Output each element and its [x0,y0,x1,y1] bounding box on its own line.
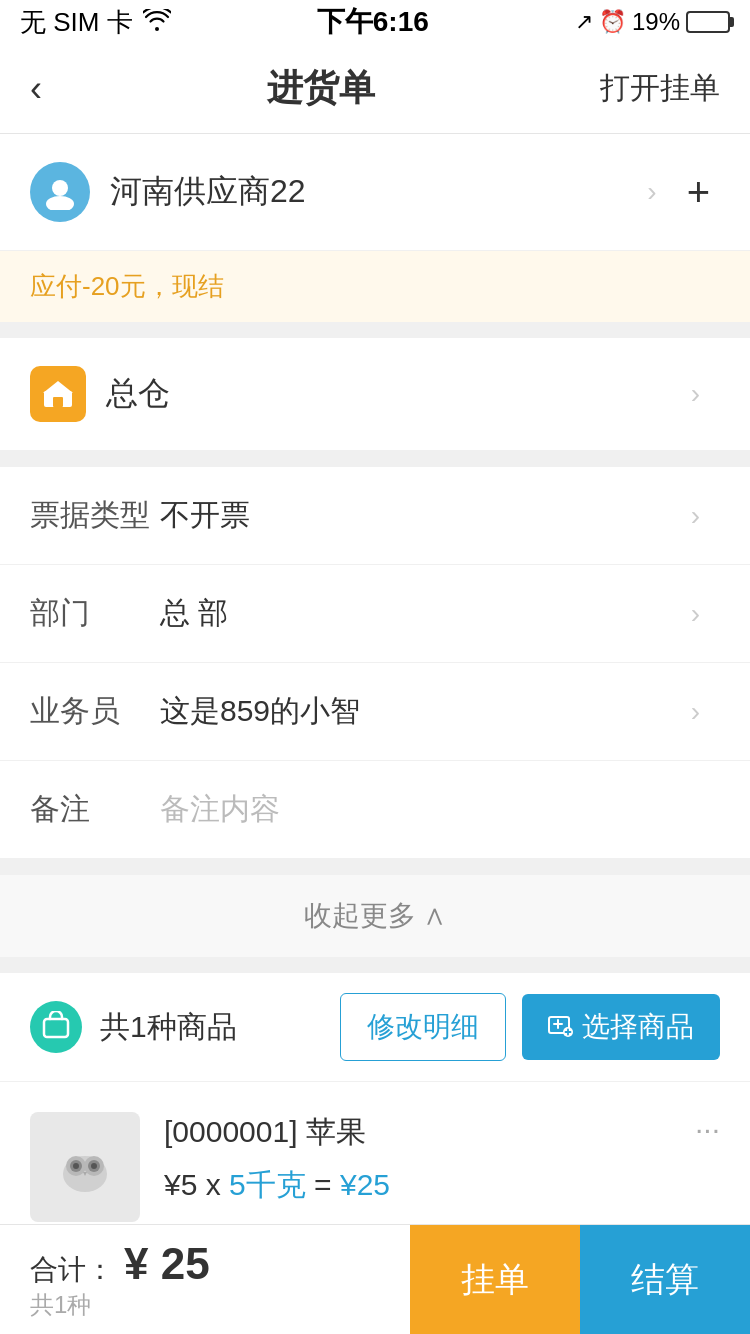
salesman-chevron-icon: › [691,696,700,728]
footer-total-amount: ¥ 25 [124,1239,210,1289]
battery-percent: 19% [632,8,680,36]
nav-bar: ‹ 进货单 打开挂单 [0,44,750,134]
salesman-row[interactable]: 业务员 这是859的小智 › [0,663,750,761]
salesman-value: 这是859的小智 [160,691,691,732]
svg-point-1 [46,196,74,210]
footer-total-label: 合计： [30,1251,114,1289]
main-content: 河南供应商22 › + 应付-20元，现结 总仓 › 票据类型 不开票 › [0,134,750,1334]
svg-point-14 [91,1163,97,1169]
checkout-button[interactable]: 结算 [580,1225,750,1334]
department-chevron-icon: › [691,598,700,630]
product-equals: = [314,1168,332,1201]
product-count: 共1种商品 [100,1007,340,1048]
svg-point-13 [73,1163,79,1169]
department-row[interactable]: 部门 总 部 › [0,565,750,663]
add-button[interactable]: + [677,170,720,215]
department-label: 部门 [30,593,160,634]
wifi-icon [143,7,171,38]
back-button[interactable]: ‹ [30,68,42,110]
carrier-text: 无 SIM 卡 [20,5,133,40]
product-quantity: 5千克 [229,1168,306,1201]
salesman-label: 业务员 [30,691,160,732]
product-total: ¥25 [340,1168,390,1201]
product-code: [0000001] [164,1115,297,1148]
product-more-button[interactable]: ··· [695,1112,720,1146]
remark-label: 备注 [30,789,160,830]
select-product-label: 选择商品 [582,1008,694,1046]
warehouse-name: 总仓 [106,372,691,416]
ticket-type-chevron-icon: › [691,500,700,532]
open-hangdan-button[interactable]: 打开挂单 [600,68,720,109]
product-header: 共1种商品 修改明细 选择商品 [0,973,750,1082]
supplier-row[interactable]: 河南供应商22 › + [0,134,750,251]
product-name: [0000001] 苹果 [164,1112,695,1153]
footer-total: 合计： ¥ 25 共1种 [0,1225,410,1334]
svg-marker-3 [43,381,73,393]
product-card: 共1种商品 修改明细 选择商品 [0,973,750,1253]
warehouse-icon [30,366,86,422]
footer-total-line: 合计： ¥ 25 [30,1239,380,1289]
supplier-card: 河南供应商22 › + 应付-20元，现结 [0,134,750,322]
remark-row[interactable]: 备注 备注内容 [0,761,750,859]
supplier-chevron-icon: › [647,176,656,208]
select-product-button[interactable]: 选择商品 [522,994,720,1060]
page-title: 进货单 [267,64,375,113]
alarm-icon: ⏰ [599,9,626,35]
product-thumbnail [30,1112,140,1222]
location-icon: ↗ [575,9,593,35]
remark-placeholder: 备注内容 [160,789,720,830]
footer-total-sub: 共1种 [30,1289,380,1321]
supplier-avatar [30,162,90,222]
ticket-type-label: 票据类型 [30,495,160,536]
product-multiply: x [206,1168,221,1201]
product-unit-price: ¥5 [164,1168,197,1201]
status-time: 下午6:16 [317,3,429,41]
battery-icon [686,11,730,33]
status-bar: 无 SIM 卡 下午6:16 ↗ ⏰ 19% [0,0,750,44]
svg-point-0 [52,180,68,196]
status-indicators: ↗ ⏰ 19% [575,8,730,36]
product-title: 苹果 [306,1115,366,1148]
edit-detail-button[interactable]: 修改明细 [340,993,506,1061]
svg-rect-5 [44,1019,68,1037]
warehouse-chevron-icon: › [691,378,700,410]
collapse-row[interactable]: 收起更多 ∧ [0,875,750,957]
warehouse-row[interactable]: 总仓 › [0,338,750,451]
payment-notice: 应付-20元，现结 [0,251,750,322]
form-card: 票据类型 不开票 › 部门 总 部 › 业务员 这是859的小智 › 备注 备注… [0,467,750,859]
status-carrier: 无 SIM 卡 [20,5,171,40]
footer: 合计： ¥ 25 共1种 挂单 结算 [0,1224,750,1334]
product-icon [30,1001,82,1053]
department-value: 总 部 [160,593,691,634]
svg-rect-4 [53,397,63,407]
ticket-type-value: 不开票 [160,495,691,536]
hang-order-button[interactable]: 挂单 [410,1225,580,1334]
warehouse-card: 总仓 › [0,338,750,451]
supplier-name: 河南供应商22 [110,170,647,214]
ticket-type-row[interactable]: 票据类型 不开票 › [0,467,750,565]
product-info: [0000001] 苹果 ¥5 x 5千克 = ¥25 [164,1112,695,1206]
product-price: ¥5 x 5千克 = ¥25 [164,1165,695,1206]
